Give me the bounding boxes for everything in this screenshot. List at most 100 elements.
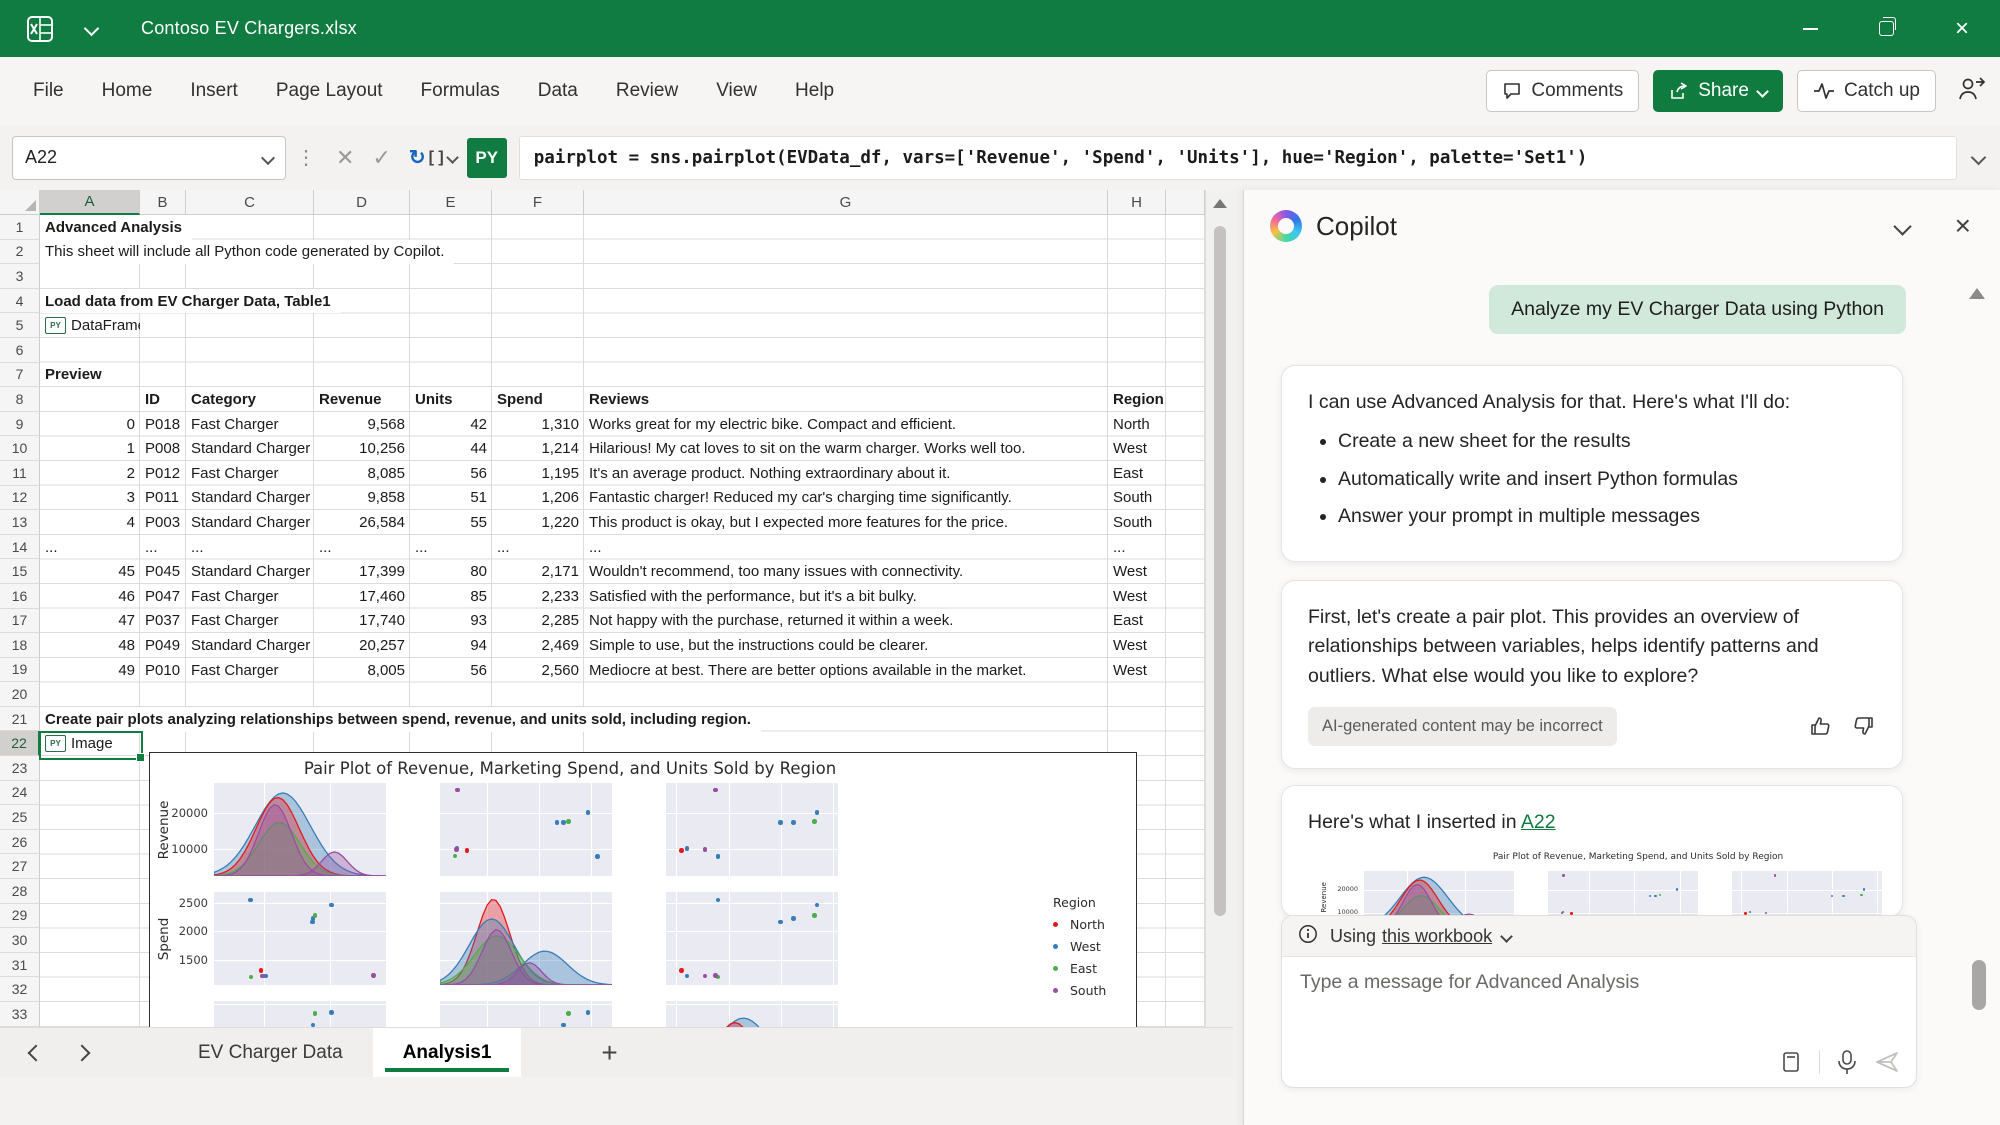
row-header-26[interactable]: 26 — [0, 830, 40, 855]
cell-F10[interactable]: 1,214 — [492, 436, 584, 461]
row-header-15[interactable]: 15 — [0, 559, 40, 584]
cell-F15[interactable]: 2,171 — [492, 559, 584, 584]
row-header-16[interactable]: 16 — [0, 584, 40, 609]
cell-E17[interactable]: 93 — [410, 609, 492, 634]
row-header-12[interactable]: 12 — [0, 486, 40, 511]
cell-B11[interactable]: P012 — [140, 461, 186, 486]
cell-B9[interactable]: P018 — [140, 412, 186, 437]
cell-D13[interactable]: 26,584 — [314, 510, 410, 535]
cell-H16[interactable]: West — [1108, 584, 1166, 609]
cell-D12[interactable]: 9,858 — [314, 486, 410, 511]
cell-C18[interactable]: Standard Charger — [186, 633, 314, 658]
notebook-icon[interactable] — [1779, 1050, 1803, 1074]
cell-C12[interactable]: Standard Charger — [186, 486, 314, 511]
cell-A14[interactable]: ... — [40, 535, 140, 560]
row-header-27[interactable]: 27 — [0, 854, 40, 879]
cell-C8[interactable]: Category — [186, 387, 314, 412]
cell-G12[interactable]: Fantastic charger! Reduced my car's char… — [584, 486, 1108, 511]
row-header-1[interactable]: 1 — [0, 215, 40, 240]
sheet-nav-left-icon[interactable] — [28, 1045, 45, 1062]
chat-scrollbar-thumb[interactable] — [1972, 960, 1986, 1010]
send-icon[interactable] — [1874, 1050, 1900, 1074]
refresh-dropdown-icon[interactable] — [446, 151, 459, 164]
row-header-13[interactable]: 13 — [0, 510, 40, 535]
cell-F16[interactable]: 2,233 — [492, 584, 584, 609]
row-header-7[interactable]: 7 — [0, 363, 40, 388]
cell-A11[interactable]: 2 — [40, 461, 140, 486]
pairplot-chart-image[interactable]: Pair Plot of Revenue, Marketing Spend, a… — [149, 752, 1137, 1027]
cell-A17[interactable]: 47 — [40, 609, 140, 634]
column-header-H[interactable]: H — [1108, 190, 1166, 215]
ribbon-tab-file[interactable]: File — [14, 80, 83, 102]
name-box[interactable]: A22 — [12, 136, 286, 180]
row-header-19[interactable]: 19 — [0, 658, 40, 683]
row-header-2[interactable]: 2 — [0, 240, 40, 265]
row-header-20[interactable]: 20 — [0, 682, 40, 707]
copilot-close-icon[interactable]: × — [1955, 210, 1971, 242]
row-header-22[interactable]: 22 — [0, 731, 40, 756]
cell-A21[interactable]: Create pair plots analyzing relationship… — [40, 707, 761, 732]
scroll-up-icon[interactable] — [1213, 199, 1227, 208]
cell-H8[interactable]: Region — [1108, 387, 1166, 412]
cell-B16[interactable]: P047 — [140, 584, 186, 609]
cell-F9[interactable]: 1,310 — [492, 412, 584, 437]
cell-reference-link[interactable]: A22 — [1521, 811, 1556, 833]
row-header-3[interactable]: 3 — [0, 264, 40, 289]
row-header-21[interactable]: 21 — [0, 707, 40, 732]
cell-F13[interactable]: 1,220 — [492, 510, 584, 535]
cell-F12[interactable]: 1,206 — [492, 486, 584, 511]
cell-C10[interactable]: Standard Charger — [186, 436, 314, 461]
cell-D14[interactable]: ... — [314, 535, 410, 560]
cell-E11[interactable]: 56 — [410, 461, 492, 486]
cell-H18[interactable]: West — [1108, 633, 1166, 658]
workbook-scope-link[interactable]: this workbook — [1382, 926, 1492, 947]
catch-up-button[interactable]: Catch up — [1797, 70, 1936, 112]
cell-D16[interactable]: 17,460 — [314, 584, 410, 609]
cell-D19[interactable]: 8,005 — [314, 658, 410, 683]
cell-C19[interactable]: Fast Charger — [186, 658, 314, 683]
cell-B17[interactable]: P037 — [140, 609, 186, 634]
sheet-nav-right-icon[interactable] — [74, 1045, 91, 1062]
cell-G19[interactable]: Mediocre at best. There are better optio… — [584, 658, 1108, 683]
row-header-23[interactable]: 23 — [0, 756, 40, 781]
cell-E19[interactable]: 56 — [410, 658, 492, 683]
cell-C11[interactable]: Fast Charger — [186, 461, 314, 486]
cell-H12[interactable]: South — [1108, 486, 1166, 511]
row-header-28[interactable]: 28 — [0, 879, 40, 904]
row-header-11[interactable]: 11 — [0, 461, 40, 486]
cell-A9[interactable]: 0 — [40, 412, 140, 437]
cell-E9[interactable]: 42 — [410, 412, 492, 437]
cell-C17[interactable]: Fast Charger — [186, 609, 314, 634]
scrollbar-thumb[interactable] — [1214, 226, 1226, 916]
cell-A4[interactable]: Load data from EV Charger Data, Table1 — [40, 289, 341, 314]
cell-D8[interactable]: Revenue — [314, 387, 410, 412]
cell-A16[interactable]: 46 — [40, 584, 140, 609]
cell-G17[interactable]: Not happy with the purchase, returned it… — [584, 609, 1108, 634]
cell-E14[interactable]: ... — [410, 535, 492, 560]
cell-C14[interactable]: ... — [186, 535, 314, 560]
people-icon[interactable] — [1956, 76, 1986, 107]
row-header-30[interactable]: 30 — [0, 928, 40, 953]
microphone-icon[interactable] — [1836, 1049, 1858, 1075]
cell-C16[interactable]: Fast Charger — [186, 584, 314, 609]
cell-A15[interactable]: 45 — [40, 559, 140, 584]
cell-B14[interactable]: ... — [140, 535, 186, 560]
cell-E12[interactable]: 51 — [410, 486, 492, 511]
row-header-25[interactable]: 25 — [0, 805, 40, 830]
copilot-collapse-icon[interactable] — [1893, 217, 1911, 235]
cell-C9[interactable]: Fast Charger — [186, 412, 314, 437]
cell-F18[interactable]: 2,469 — [492, 633, 584, 658]
cell-C15[interactable]: Standard Charger — [186, 559, 314, 584]
cell-G11[interactable]: It's an average product. Nothing extraor… — [584, 461, 1108, 486]
cell-G13[interactable]: This product is okay, but I expected mor… — [584, 510, 1108, 535]
cell-A19[interactable]: 49 — [40, 658, 140, 683]
cell-F19[interactable]: 2,560 — [492, 658, 584, 683]
ribbon-tab-help[interactable]: Help — [776, 80, 853, 102]
cell-B8[interactable]: ID — [140, 387, 186, 412]
ribbon-tab-formulas[interactable]: Formulas — [402, 80, 519, 102]
excel-app-icon[interactable] — [26, 15, 54, 43]
cell-E10[interactable]: 44 — [410, 436, 492, 461]
info-icon[interactable] — [1298, 924, 1318, 949]
row-header-33[interactable]: 33 — [0, 1002, 40, 1027]
cell-G14[interactable]: ... — [584, 535, 1108, 560]
